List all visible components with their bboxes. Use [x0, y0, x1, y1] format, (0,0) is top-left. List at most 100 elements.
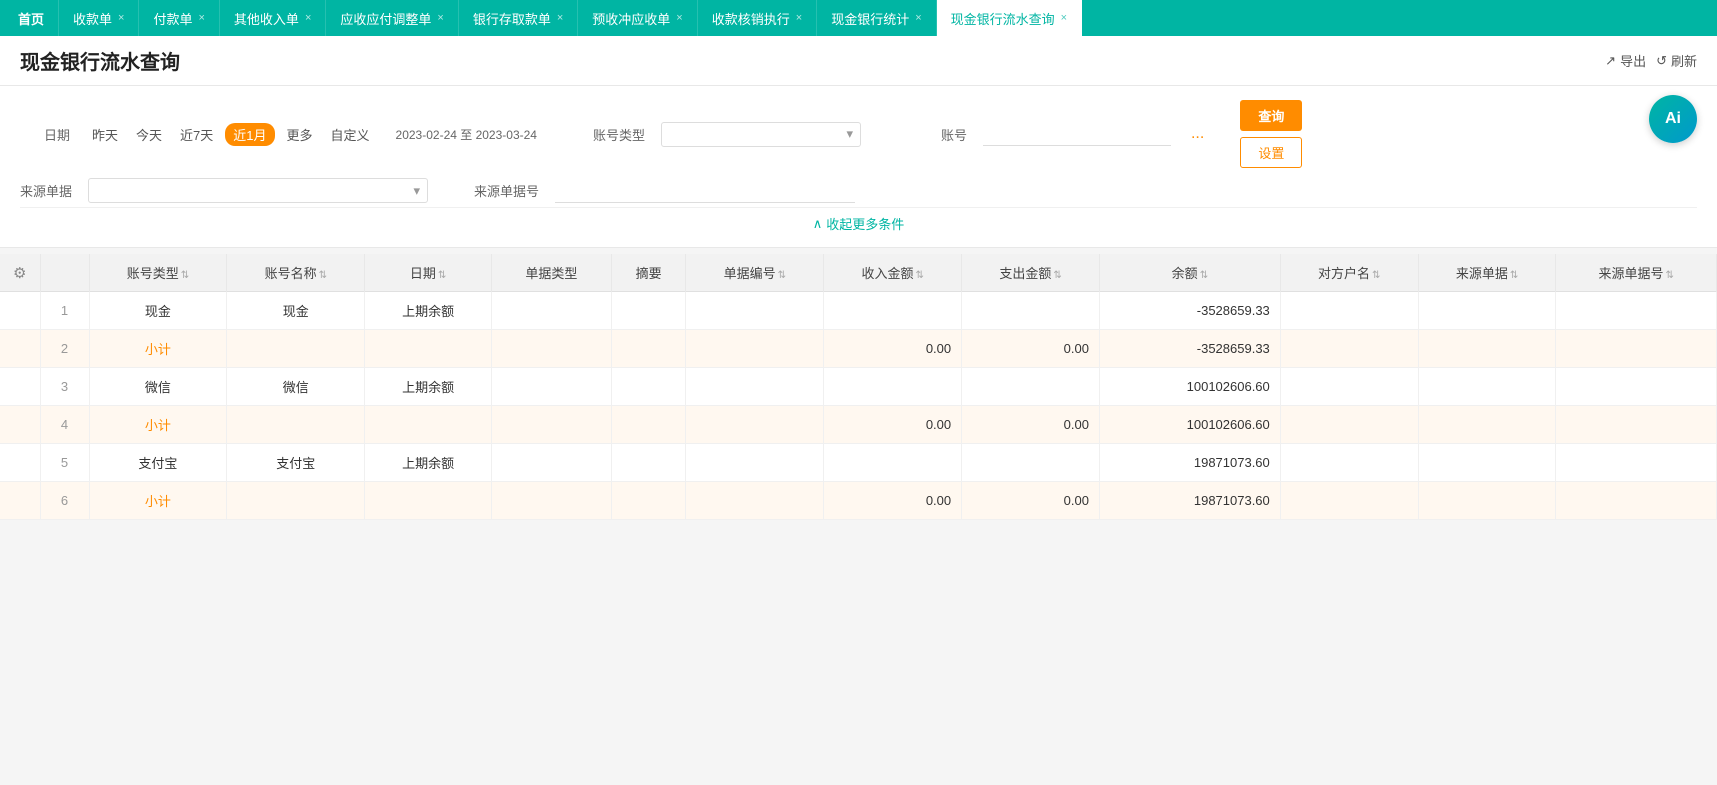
close-tab-icon[interactable]: × [915, 12, 921, 24]
nav-tab-collection-exec[interactable]: 收款核销执行 × [698, 0, 817, 36]
col-header-date[interactable]: 日期⇅ [365, 254, 492, 292]
col-label: 对方户名 [1318, 266, 1370, 281]
cell-balance: -3528659.33 [1099, 292, 1280, 330]
cell-counterparty [1280, 482, 1418, 520]
col-label: 单据类型 [525, 266, 577, 281]
refresh-button[interactable]: ↺ 刷新 [1656, 51, 1697, 70]
cell-doc_no [686, 482, 824, 520]
nav-tab-label: 现金银行统计 [831, 9, 909, 28]
cell-source_doc_no [1556, 368, 1717, 406]
cell-source_doc_no [1556, 406, 1717, 444]
col-header-counterparty[interactable]: 对方户名⇅ [1280, 254, 1418, 292]
date-option-custom[interactable]: 自定义 [325, 123, 376, 146]
cell-expense [962, 368, 1100, 406]
nav-tab-label: 其他收入单 [234, 9, 299, 28]
cell-source_doc [1418, 368, 1556, 406]
cell-account_name: 现金 [227, 292, 365, 330]
date-option-more[interactable]: 更多 [281, 123, 319, 146]
close-tab-icon[interactable]: × [1061, 12, 1067, 24]
col-header-income[interactable]: 收入金额⇅ [824, 254, 962, 292]
cell-doc_no [686, 330, 824, 368]
chevron-up-icon: ∧ [813, 216, 823, 232]
table-header: ⚙ 账号类型⇅账号名称⇅日期⇅单据类型摘要单据编号⇅收入金额⇅支出金额⇅余额⇅对… [0, 254, 1717, 292]
date-option-last7days[interactable]: 近7天 [174, 123, 219, 146]
col-header-account_type[interactable]: 账号类型⇅ [89, 254, 227, 292]
nav-home[interactable]: 首页 [4, 0, 59, 36]
close-tab-icon[interactable]: × [437, 12, 443, 24]
col-label: 来源单据 [1456, 266, 1508, 281]
close-tab-icon[interactable]: × [676, 12, 682, 24]
cell-expense: 0.00 [962, 482, 1100, 520]
col-header-source_doc_no[interactable]: 来源单据号⇅ [1556, 254, 1717, 292]
query-button[interactable]: 查询 [1240, 100, 1302, 131]
nav-tab-other-income[interactable]: 其他收入单 × [220, 0, 326, 36]
nav-tab-label: 收款单 [73, 9, 112, 28]
col-label: 来源单据号 [1599, 266, 1664, 281]
cell-account_name: 支付宝 [227, 444, 365, 482]
col-label: 日期 [410, 266, 436, 281]
col-header-expense[interactable]: 支出金额⇅ [962, 254, 1100, 292]
col-label: 账号类型 [127, 266, 179, 281]
nav-tab-receivable-adjust[interactable]: 应收应付调整单× [326, 0, 458, 36]
export-button[interactable]: ↗ 导出 [1605, 51, 1646, 70]
sort-icon: ⇅ [1510, 270, 1518, 281]
cell-source_doc [1418, 330, 1556, 368]
nav-tab-label: 银行存取款单 [473, 9, 551, 28]
date-label: 日期 [20, 125, 70, 144]
nav-tab-bank-stats[interactable]: 现金银行统计 × [817, 0, 936, 36]
cell-income [824, 292, 962, 330]
sort-icon: ⇅ [1372, 270, 1380, 281]
table-row: 5支付宝支付宝上期余额19871073.60 [0, 444, 1717, 482]
cell-counterparty [1280, 406, 1418, 444]
nav-tab-bank-deposit[interactable]: 银行存取款单 × [459, 0, 578, 36]
row-gear-cell [0, 406, 40, 444]
close-tab-icon[interactable]: × [796, 12, 802, 24]
cell-account_type: 微信 [89, 368, 227, 406]
row-gear-cell [0, 330, 40, 368]
gear-column-header: ⚙ [0, 254, 40, 292]
close-tab-icon[interactable]: × [198, 12, 204, 24]
row-seq: 1 [40, 292, 89, 330]
cell-expense: 0.00 [962, 330, 1100, 368]
sort-icon: ⇅ [916, 270, 924, 281]
nav-tab-bank-flow[interactable]: 现金银行流水查询× [937, 0, 1082, 36]
ai-badge[interactable]: Ai [1649, 95, 1697, 143]
account-dots-button[interactable]: ... [1191, 125, 1204, 143]
table-row: 2小计0.000.00-3528659.33 [0, 330, 1717, 368]
close-tab-icon[interactable]: × [118, 12, 124, 24]
col-label: 余额 [1172, 266, 1198, 281]
filter-row-1: 日期 昨天今天近7天近1月更多自定义 2023-02-24 至 2023-03-… [20, 100, 1697, 168]
nav-tab-payment[interactable]: 付款单× [139, 0, 219, 36]
nav-tab-advance-offset[interactable]: 预收冲应收单 × [578, 0, 697, 36]
cell-date: 上期余额 [365, 444, 492, 482]
source-doc-num-input[interactable] [555, 179, 855, 203]
close-tab-icon[interactable]: × [557, 12, 563, 24]
source-doc-select[interactable] [88, 178, 428, 203]
settings-button[interactable]: 设置 [1240, 137, 1302, 168]
col-header-balance[interactable]: 余额⇅ [1099, 254, 1280, 292]
date-option-last1month[interactable]: 近1月 [225, 123, 274, 146]
cell-source_doc_no [1556, 330, 1717, 368]
sort-icon: ⇅ [438, 270, 446, 281]
header-actions: ↗ 导出 ↺ 刷新 [1605, 51, 1697, 70]
date-option-yesterday[interactable]: 昨天 [86, 123, 124, 146]
account-input[interactable] [983, 122, 1171, 146]
gear-icon[interactable]: ⚙ [13, 265, 26, 282]
nav-tab-label: 预收冲应收单 [592, 9, 670, 28]
collapse-bar[interactable]: ∧ 收起更多条件 [20, 207, 1697, 237]
cell-summary [611, 406, 686, 444]
col-header-doc_no[interactable]: 单据编号⇅ [686, 254, 824, 292]
nav-tab-receipt[interactable]: 收款单 × [59, 0, 139, 36]
nav-tab-label: 收款核销执行 [712, 9, 790, 28]
date-option-today[interactable]: 今天 [130, 123, 168, 146]
export-icon: ↗ [1605, 53, 1616, 69]
account-type-select[interactable] [661, 122, 861, 147]
cell-doc_type [491, 406, 611, 444]
close-tab-icon[interactable]: × [305, 12, 311, 24]
data-table: ⚙ 账号类型⇅账号名称⇅日期⇅单据类型摘要单据编号⇅收入金额⇅支出金额⇅余额⇅对… [0, 254, 1717, 520]
top-navigation: 首页 收款单×付款单×其他收入单×应收应付调整单×银行存取款单×预收冲应收单×收… [0, 0, 1717, 36]
table-row: 1现金现金上期余额-3528659.33 [0, 292, 1717, 330]
col-header-account_name[interactable]: 账号名称⇅ [227, 254, 365, 292]
col-label: 单据编号 [724, 266, 776, 281]
col-header-source_doc[interactable]: 来源单据⇅ [1418, 254, 1556, 292]
